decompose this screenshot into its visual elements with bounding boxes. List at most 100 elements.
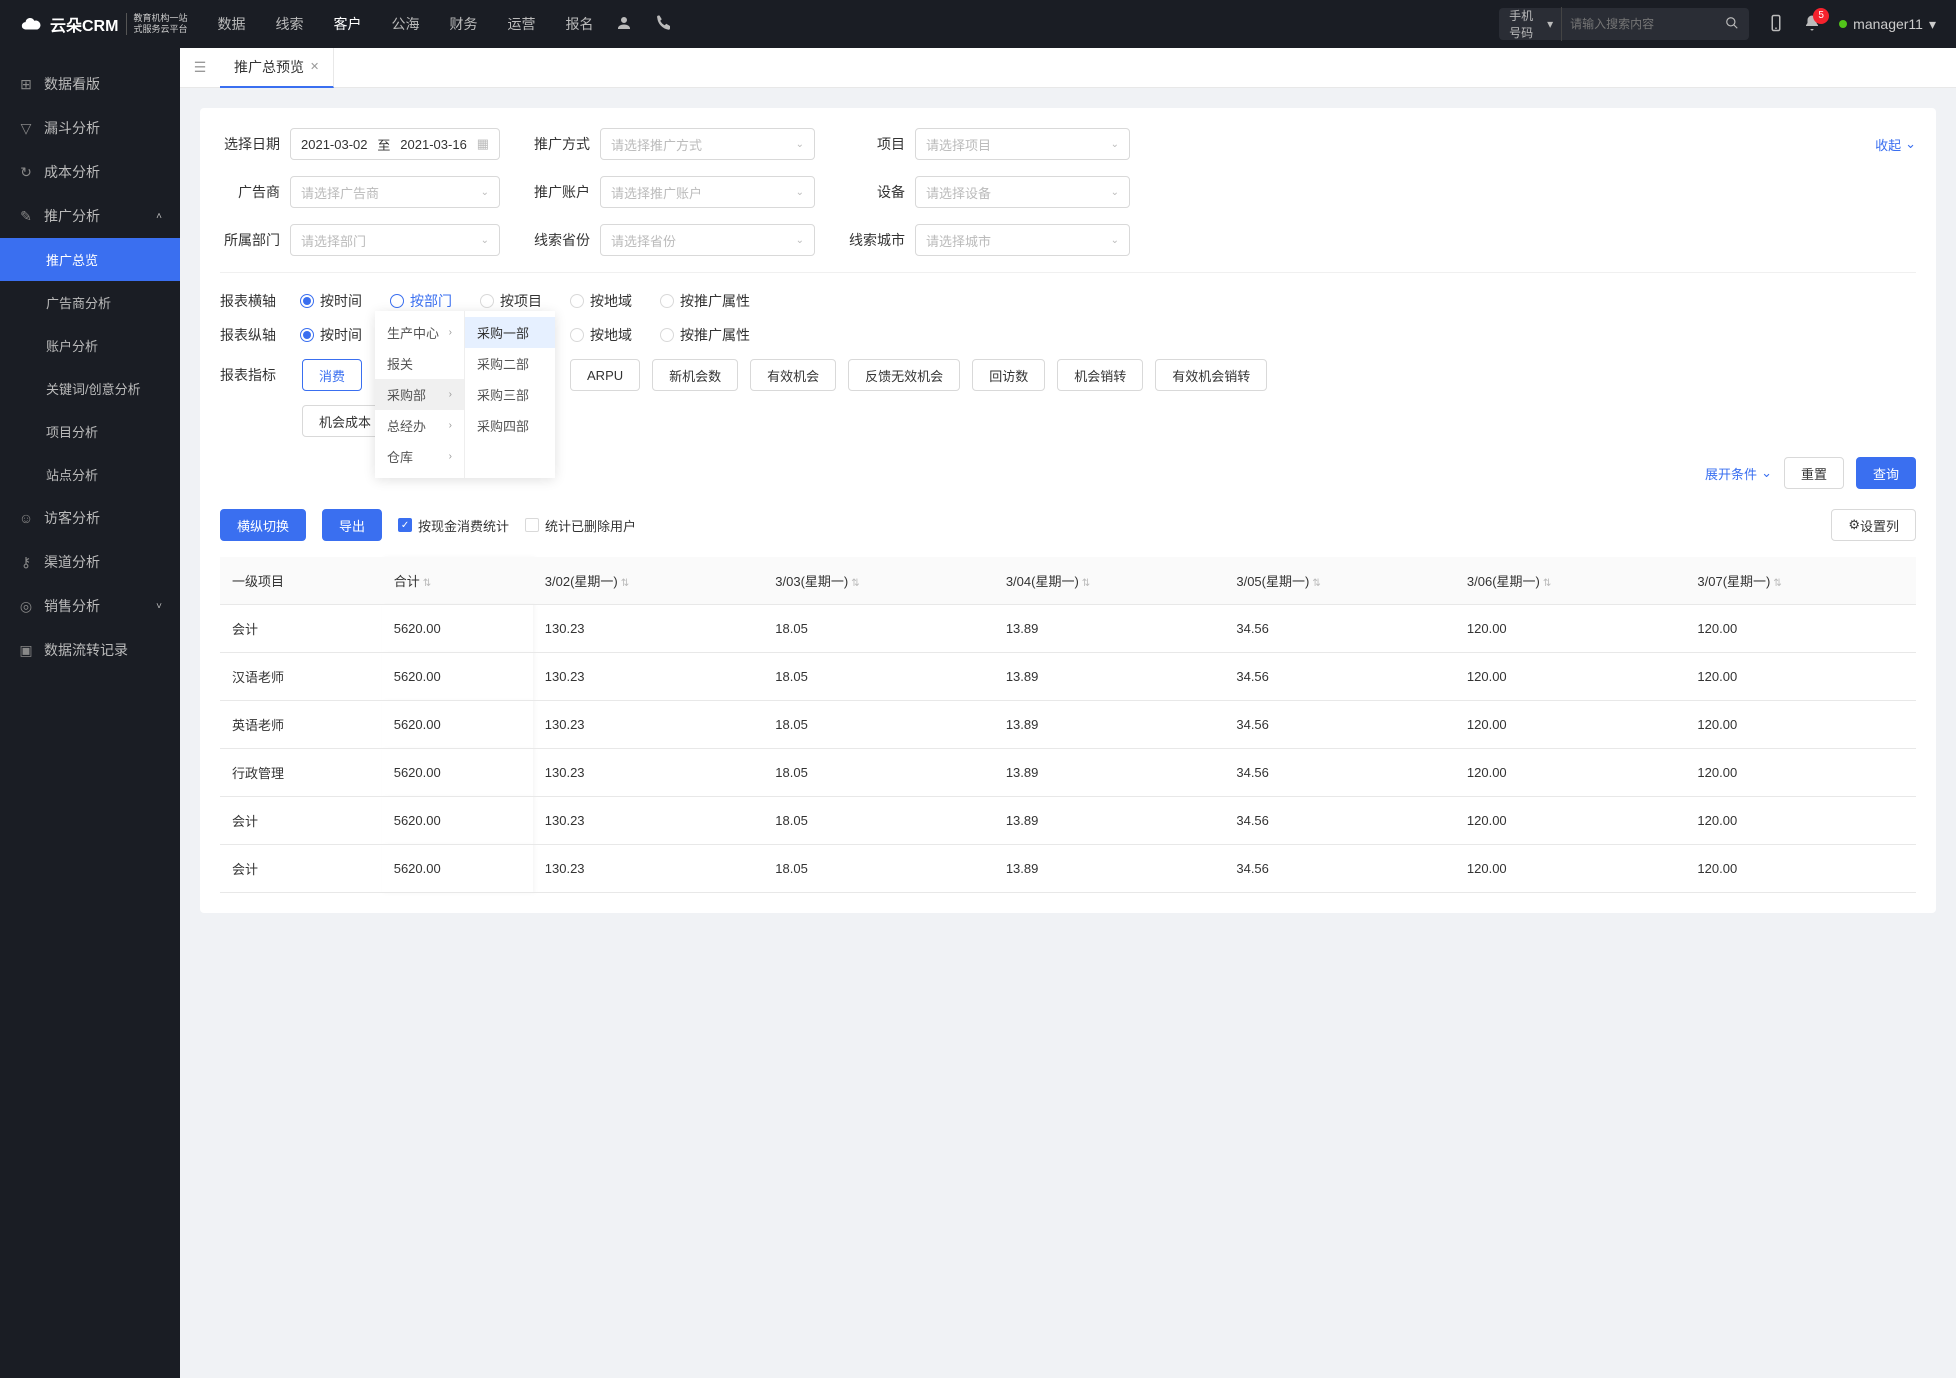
export-button[interactable]: 导出 [322,509,382,541]
nav-signup[interactable]: 报名 [565,14,593,34]
cascade-item[interactable]: 采购一部 [465,317,555,348]
metric-consume[interactable]: 消费 [302,359,362,391]
hamburger-icon[interactable]: ☰ [180,59,220,76]
nav-customer[interactable]: 客户 [333,14,361,34]
person-icon[interactable] [615,14,633,35]
tab-promo-overview[interactable]: 推广总预览 ✕ [220,48,334,88]
search-selector[interactable]: 手机号码 ▾ [1509,7,1562,41]
h-radio-attr[interactable]: 按推广属性 [660,291,750,311]
brand-sub: 教育机构一站 式服务云平台 [126,13,187,35]
switch-button[interactable]: 横纵切换 [220,509,306,541]
query-button[interactable]: 查询 [1856,457,1916,489]
date-range-picker[interactable]: 2021-03-02 至 2021-03-16 ▦ [290,128,500,160]
caret-down-icon: ▾ [1929,16,1936,33]
search-box[interactable]: 手机号码 ▾ [1499,8,1749,40]
close-icon[interactable]: ✕ [310,60,319,73]
nav-data[interactable]: 数据 [217,14,245,34]
cascade-item[interactable]: 仓库› [375,441,464,472]
nav-finance[interactable]: 财务 [449,14,477,34]
search-input[interactable] [1570,17,1725,31]
sidebar-item-promo[interactable]: ✎推广分析˄ [0,194,180,238]
account-select[interactable]: 请选择推广账户⌄ [600,176,815,208]
promo-icon: ✎ [18,208,34,224]
reset-button[interactable]: 重置 [1784,457,1844,489]
sidebar-item-flow[interactable]: ▣数据流转记录 [0,628,180,672]
deleted-stat-checkbox[interactable]: 统计已删除用户 [525,516,636,535]
th-date[interactable]: 3/05(星期一)⇅ [1224,557,1455,605]
user-menu[interactable]: manager11 ▾ [1839,16,1936,33]
nav-leads[interactable]: 线索 [275,14,303,34]
nav-ops[interactable]: 运营 [507,14,535,34]
sidebar-item-account[interactable]: 账户分析 [0,324,180,367]
method-select[interactable]: 请选择推广方式⌄ [600,128,815,160]
sidebar-item-sales[interactable]: ◎销售分析˅ [0,584,180,628]
table-cell: 英语老师 [220,701,382,749]
column-settings-button[interactable]: ⚙ 设置列 [1831,509,1916,541]
cascade-item[interactable]: 采购部› [375,379,464,410]
metric-arpu[interactable]: ARPU [570,359,640,391]
province-select[interactable]: 请选择省份⌄ [600,224,815,256]
city-select[interactable]: 请选择城市⌄ [915,224,1130,256]
sidebar-item-advertiser[interactable]: 广告商分析 [0,281,180,324]
sidebar-item-site[interactable]: 站点分析 [0,453,180,496]
th-date[interactable]: 3/04(星期一)⇅ [994,557,1225,605]
h-radio-project[interactable]: 按项目 [480,291,542,311]
collapse-link[interactable]: 收起⌄ [1875,135,1916,154]
metric-validconv[interactable]: 有效机会销转 [1155,359,1267,391]
th-date[interactable]: 3/06(星期一)⇅ [1455,557,1686,605]
th-date[interactable]: 3/07(星期一)⇅ [1685,557,1916,605]
expand-conditions[interactable]: 展开条件⌄ [1705,464,1772,483]
cascade-col-1: 生产中心› 报关 采购部› 总经办› 仓库› [375,311,465,478]
v-radio-region[interactable]: 按地域 [570,325,632,345]
cash-stat-checkbox[interactable]: ✓按现金消费统计 [398,516,509,535]
sidebar-item-keyword[interactable]: 关键词/创意分析 [0,367,180,410]
table-cell: 汉语老师 [220,653,382,701]
metric-valid[interactable]: 有效机会 [750,359,836,391]
v-radio-attr[interactable]: 按推广属性 [660,325,750,345]
device-select[interactable]: 请选择设备⌄ [915,176,1130,208]
notification-bell[interactable]: 5 [1803,14,1821,35]
v-radio-time[interactable]: 按时间 [300,325,362,345]
metric-invalid[interactable]: 反馈无效机会 [848,359,960,391]
chevron-down-icon: ⌄ [481,187,489,198]
method-label: 推广方式 [530,134,590,154]
h-radio-region[interactable]: 按地域 [570,291,632,311]
sidebar-item-dashboard[interactable]: ⊞数据看版 [0,62,180,106]
cascade-item[interactable]: 报关 [375,348,464,379]
metric-revisit[interactable]: 回访数 [972,359,1045,391]
nav-sea[interactable]: 公海 [391,14,419,34]
dept-select[interactable]: 请选择部门⌄ [290,224,500,256]
search-icon[interactable] [1725,16,1739,33]
table-cell: 130.23 [533,701,764,749]
metric-newopp[interactable]: 新机会数 [652,359,738,391]
h-radio-dept[interactable]: 按部门 [390,291,452,311]
th-date[interactable]: 3/02(星期一)⇅ [533,557,764,605]
sidebar-item-channel[interactable]: ⚷渠道分析 [0,540,180,584]
table-cell: 34.56 [1224,797,1455,845]
metric-conv[interactable]: 机会销转 [1057,359,1143,391]
h-radio-time[interactable]: 按时间 [300,291,362,311]
phone-device-icon[interactable] [1767,13,1785,36]
sidebar-item-cost[interactable]: ↻成本分析 [0,150,180,194]
logo[interactable]: 云朵CRM 教育机构一站 式服务云平台 [20,12,187,36]
nav-items: 数据 线索 客户 公海 财务 运营 报名 [217,14,593,34]
chevron-right-icon: › [449,420,452,431]
phone-icon[interactable] [655,14,673,35]
cascade-item[interactable]: 生产中心› [375,317,464,348]
cascade-item[interactable]: 采购二部 [465,348,555,379]
sidebar-item-promo-overview[interactable]: 推广总览 [0,238,180,281]
sidebar-item-project[interactable]: 项目分析 [0,410,180,453]
cascade-item[interactable]: 采购三部 [465,379,555,410]
th-total[interactable]: 合计⇅ [382,557,533,605]
sidebar-item-visitor[interactable]: ☺访客分析 [0,496,180,540]
th-date[interactable]: 3/03(星期一)⇅ [763,557,994,605]
cascade-item[interactable]: 总经办› [375,410,464,441]
advertiser-select[interactable]: 请选择广告商⌄ [290,176,500,208]
th-project[interactable]: 一级项目 [220,557,382,605]
sort-icon: ⇅ [1312,578,1320,589]
table-cell: 130.23 [533,845,764,893]
cascade-item[interactable]: 采购四部 [465,410,555,441]
project-select[interactable]: 请选择项目⌄ [915,128,1130,160]
sidebar-item-funnel[interactable]: ▽漏斗分析 [0,106,180,150]
sort-icon: ⇅ [851,578,859,589]
